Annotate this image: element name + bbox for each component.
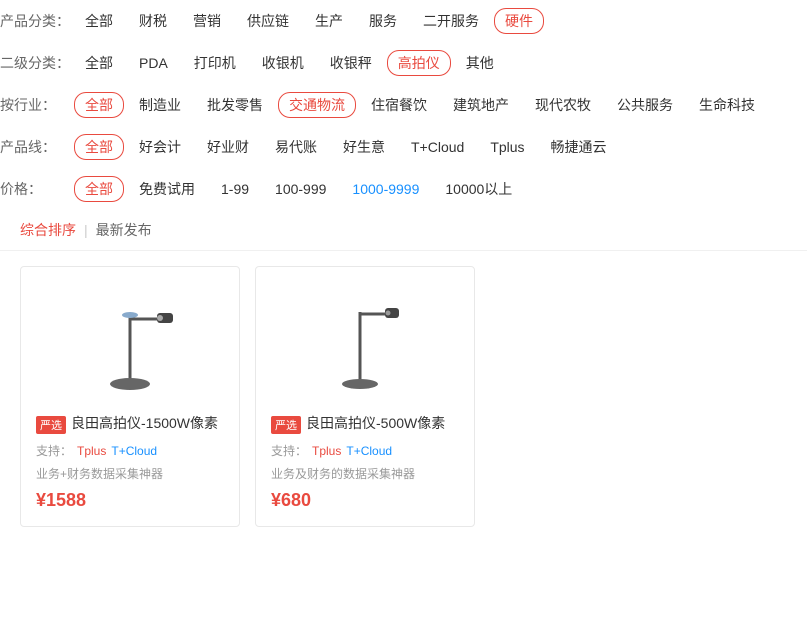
filter-item-industry-agriculture[interactable]: 现代农牧: [524, 92, 602, 118]
tag-tcloud-2: T+Cloud: [346, 444, 392, 458]
filter-row-secondary-category: 二级分类： 全部 PDA 打印机 收银机 收银秤 高拍仪 其他: [0, 42, 807, 84]
product-title-row-2: 严选 良田高拍仪-500W像素: [271, 414, 459, 434]
product-card-2[interactable]: 严选 良田高拍仪-500W像素 支持： Tplus T+Cloud 业务及财务的…: [255, 266, 475, 527]
product-desc-1: 业务+财务数据采集神器: [36, 465, 224, 482]
product-name-2: 良田高拍仪-500W像素: [306, 414, 445, 434]
filter-item-category-supply[interactable]: 供应链: [236, 8, 300, 34]
support-label-1: 支持：: [36, 442, 72, 459]
filter-item-price-all[interactable]: 全部: [74, 176, 124, 202]
support-row-1: 支持： Tplus T+Cloud: [36, 442, 224, 459]
filter-item-price-range4[interactable]: 10000以上: [434, 176, 523, 202]
filter-item-price-range1[interactable]: 1-99: [210, 178, 260, 200]
support-row-2: 支持： Tplus T+Cloud: [271, 442, 459, 459]
filter-label-product-category: 产品分类：: [0, 11, 70, 31]
filter-item-sec-pda[interactable]: PDA: [128, 52, 179, 74]
filter-item-sec-scanner[interactable]: 高拍仪: [387, 50, 451, 76]
product-title-row-1: 严选 良田高拍仪-1500W像素: [36, 414, 224, 434]
filter-item-price-range2[interactable]: 100-999: [264, 178, 337, 200]
sort-latest[interactable]: 最新发布: [96, 220, 152, 240]
filter-item-industry-life[interactable]: 生命科技: [688, 92, 766, 118]
filter-row-product-category: 产品分类： 全部 财税 营销 供应链 生产 服务 二开服务 硬件: [0, 0, 807, 42]
filter-item-category-hardware[interactable]: 硬件: [494, 8, 544, 34]
filter-item-industry-realestate[interactable]: 建筑地产: [442, 92, 520, 118]
filter-label-industry: 按行业：: [0, 95, 70, 115]
filter-item-sec-all[interactable]: 全部: [74, 50, 124, 76]
product-card-1[interactable]: 严选 良田高拍仪-1500W像素 支持： Tplus T+Cloud 业务+财务…: [20, 266, 240, 527]
filter-item-category-production[interactable]: 生产: [304, 8, 354, 34]
product-price-1: ¥1588: [36, 490, 224, 511]
filter-item-line-haohuiji[interactable]: 好会计: [128, 134, 192, 160]
filter-item-price-range3[interactable]: 1000-9999: [341, 178, 430, 200]
filter-section: 产品分类： 全部 财税 营销 供应链 生产 服务 二开服务 硬件 二级分类： 全…: [0, 0, 807, 210]
filter-item-industry-manufacturing[interactable]: 制造业: [128, 92, 192, 118]
product-price-2: ¥680: [271, 490, 459, 511]
filter-item-line-changjietongyun[interactable]: 畅捷通云: [540, 134, 618, 160]
badge-yanxuan-1: 严选: [36, 416, 66, 434]
filter-item-price-free[interactable]: 免费试用: [128, 176, 206, 202]
filter-item-industry-hospitality[interactable]: 住宿餐饮: [360, 92, 438, 118]
badge-yanxuan-2: 严选: [271, 416, 301, 434]
filter-item-industry-public[interactable]: 公共服务: [606, 92, 684, 118]
filter-item-sec-cashregister[interactable]: 收银机: [251, 50, 315, 76]
filter-item-industry-transport[interactable]: 交通物流: [278, 92, 356, 118]
filter-row-industry: 按行业： 全部 制造业 批发零售 交通物流 住宿餐饮 建筑地产 现代农牧 公共服…: [0, 84, 807, 126]
filter-row-product-line: 产品线： 全部 好会计 好业财 易代账 好生意 T+Cloud Tplus 畅捷…: [0, 126, 807, 168]
filter-item-category-finance[interactable]: 财税: [128, 8, 178, 34]
product-image-svg-1: [75, 287, 185, 397]
product-image-1: [36, 282, 224, 402]
filter-item-category-erkai[interactable]: 二开服务: [412, 8, 490, 34]
filter-item-sec-printer[interactable]: 打印机: [183, 50, 247, 76]
filter-label-secondary-category: 二级分类：: [0, 53, 70, 73]
filter-item-category-all[interactable]: 全部: [74, 8, 124, 34]
support-label-2: 支持：: [271, 442, 307, 459]
tag-tplus-1: Tplus: [77, 444, 106, 458]
tag-tplus-2: Tplus: [312, 444, 341, 458]
products-area: 严选 良田高拍仪-1500W像素 支持： Tplus T+Cloud 业务+财务…: [0, 251, 807, 542]
product-image-svg-2: [310, 287, 420, 397]
filter-item-line-tcloud[interactable]: T+Cloud: [400, 136, 475, 158]
filter-label-price: 价格：: [0, 179, 70, 199]
sort-divider: |: [84, 222, 88, 238]
filter-item-line-tplus[interactable]: Tplus: [479, 136, 535, 158]
filter-row-price: 价格： 全部 免费试用 1-99 100-999 1000-9999 10000…: [0, 168, 807, 210]
filter-item-line-haoyecai[interactable]: 好业财: [196, 134, 260, 160]
tag-tcloud-1: T+Cloud: [111, 444, 157, 458]
filter-item-line-yidaizhang[interactable]: 易代账: [264, 134, 328, 160]
filter-item-sec-scale[interactable]: 收银秤: [319, 50, 383, 76]
filter-item-industry-all[interactable]: 全部: [74, 92, 124, 118]
product-image-2: [271, 282, 459, 402]
filter-label-product-line: 产品线：: [0, 137, 70, 157]
product-desc-2: 业务及财务的数据采集神器: [271, 465, 459, 482]
sort-bar: 综合排序 | 最新发布: [0, 210, 807, 251]
sort-comprehensive[interactable]: 综合排序: [20, 220, 76, 240]
filter-item-sec-other[interactable]: 其他: [455, 50, 505, 76]
filter-item-line-all[interactable]: 全部: [74, 134, 124, 160]
filter-item-category-service[interactable]: 服务: [358, 8, 408, 34]
filter-item-line-haoshengyi[interactable]: 好生意: [332, 134, 396, 160]
filter-item-category-marketing[interactable]: 营销: [182, 8, 232, 34]
product-name-1: 良田高拍仪-1500W像素: [71, 414, 218, 434]
filter-item-industry-wholesale[interactable]: 批发零售: [196, 92, 274, 118]
